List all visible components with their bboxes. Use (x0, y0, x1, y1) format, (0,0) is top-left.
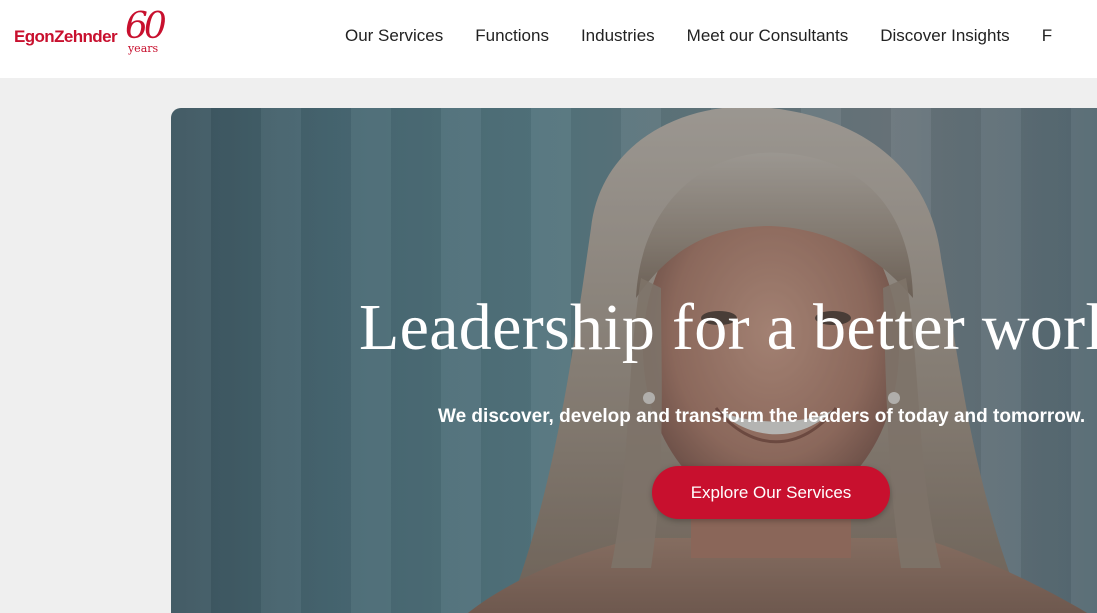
anniversary-badge: 60 years (125, 6, 171, 58)
page: EgonZehnder 60 years Our Services Functi… (0, 0, 1097, 613)
hero-banner: Leadership for a better world We discove… (171, 108, 1097, 613)
nav-item-industries[interactable]: Industries (581, 26, 655, 46)
anniversary-number: 60 (124, 6, 167, 47)
egon-zehnder-logo[interactable]: EgonZehnder 60 years (14, 6, 171, 58)
hero-title: Leadership for a better world (359, 291, 1097, 364)
nav-item-our-services[interactable]: Our Services (345, 26, 443, 46)
logo-wordmark: EgonZehnder (14, 27, 118, 46)
nav-item-functions[interactable]: Functions (475, 26, 549, 46)
site-header: EgonZehnder 60 years Our Services Functi… (0, 0, 1097, 78)
nav-item-meet-our-consultants[interactable]: Meet our Consultants (687, 26, 849, 46)
nav-item-truncated[interactable]: F (1042, 26, 1052, 46)
anniversary-label: years (127, 42, 159, 55)
explore-services-button[interactable]: Explore Our Services (652, 466, 890, 519)
nav-item-discover-insights[interactable]: Discover Insights (880, 26, 1009, 46)
hero-subtitle: We discover, develop and transform the l… (438, 406, 1086, 427)
main-nav: Our Services Functions Industries Meet o… (345, 0, 1084, 72)
